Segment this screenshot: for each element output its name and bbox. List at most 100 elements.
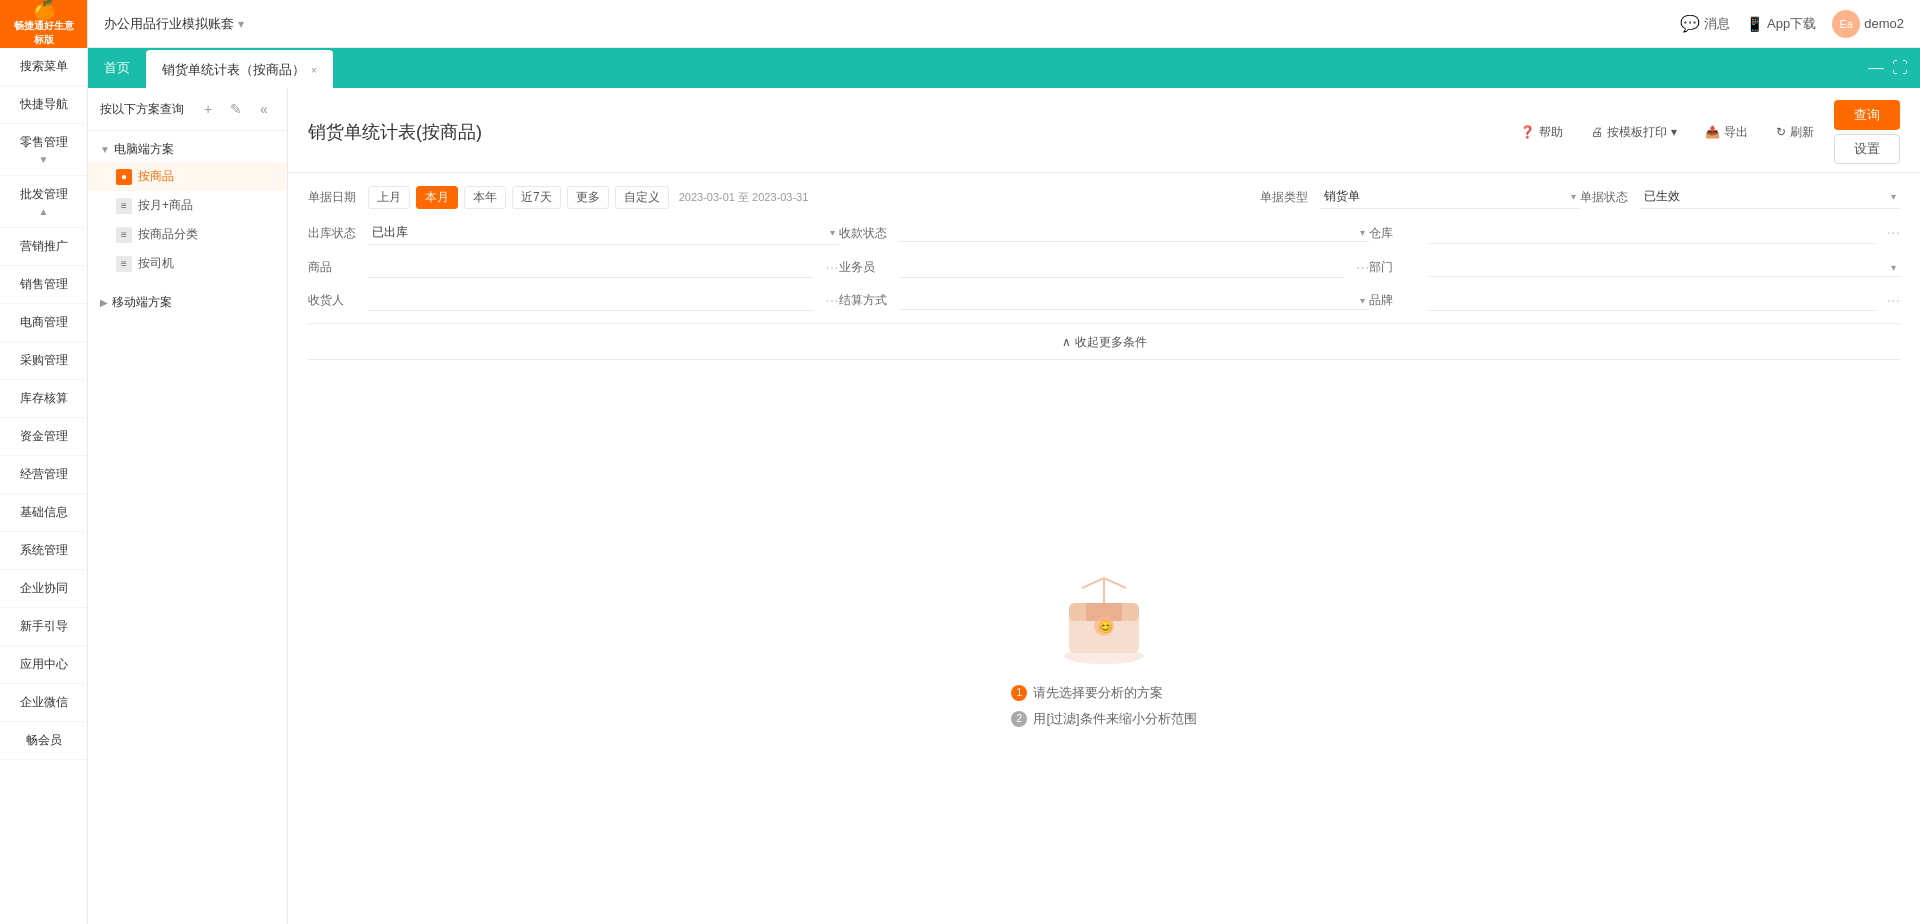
maximize-icon[interactable]: ⛶: [1892, 59, 1908, 77]
sidebar-item-13[interactable]: 企业协同: [0, 570, 87, 608]
sidebar-item-9[interactable]: 资金管理: [0, 418, 87, 456]
help-btn[interactable]: ❓ 帮助: [1512, 120, 1571, 145]
outstatus-dropdown-icon: ▾: [830, 227, 835, 238]
sidebar-item-3[interactable]: 批发管理▲: [0, 176, 87, 228]
date-7-btn[interactable]: 近7天: [512, 186, 561, 209]
sidebar-item-5[interactable]: 销售管理: [0, 266, 87, 304]
export-icon: 📤: [1705, 125, 1720, 139]
sidebar-item-0[interactable]: 搜索菜单: [0, 48, 87, 86]
help-label: 帮助: [1539, 124, 1563, 141]
edit-scheme-btn[interactable]: ✎: [225, 98, 247, 120]
print-dropdown-icon[interactable]: ▾: [1671, 125, 1677, 139]
collapse-icon: ∧: [1062, 335, 1071, 349]
filter-docstatus-select[interactable]: 已生效 ▾: [1640, 185, 1900, 209]
filter-receiver-input[interactable]: [368, 290, 813, 311]
date-cur-btn[interactable]: 本月: [416, 186, 458, 209]
app-download-btn[interactable]: 📱 App下载: [1746, 15, 1816, 33]
tab-close-icon[interactable]: ×: [311, 65, 317, 76]
refresh-btn[interactable]: ↻ 刷新: [1768, 120, 1822, 145]
sidebar-item-10[interactable]: 经营管理: [0, 456, 87, 494]
tab-home[interactable]: 首页: [88, 48, 146, 88]
filter-dept-select[interactable]: ▾: [1429, 259, 1900, 277]
goods-more-btn[interactable]: ···: [825, 259, 838, 277]
tree-item-2[interactable]: ≡按商品分类: [88, 220, 287, 249]
topbar-dropdown-icon[interactable]: ▾: [238, 17, 244, 31]
tree-arrow-mobile: ▶: [100, 297, 108, 308]
tree-group-mobile-header[interactable]: ▶ 移动端方案: [88, 290, 287, 315]
staff-more-btn[interactable]: ···: [1356, 259, 1369, 277]
tree-arrow-pc: ▼: [100, 144, 110, 155]
filter-payment-select[interactable]: ▾: [899, 292, 1370, 310]
sidebar-item-7[interactable]: 采购管理: [0, 342, 87, 380]
refresh-label: 刷新: [1790, 124, 1814, 141]
receiptstatus-dropdown-icon: ▾: [1360, 227, 1365, 238]
filter-goods-label: 商品: [308, 259, 360, 276]
docstatus-dropdown-icon: ▾: [1891, 191, 1896, 202]
export-btn[interactable]: 📤 导出: [1697, 120, 1756, 145]
tab-active[interactable]: 销货单统计表（按商品） ×: [146, 50, 333, 90]
tree-item-0[interactable]: ●按商品: [88, 162, 287, 191]
collapse-panel-btn[interactable]: «: [253, 98, 275, 120]
date-more-btn[interactable]: 更多: [567, 186, 609, 209]
empty-hint-2-text: 用[过滤]条件来缩小分析范围: [1033, 710, 1196, 728]
export-label: 导出: [1724, 124, 1748, 141]
sidebar-item-11[interactable]: 基础信息: [0, 494, 87, 532]
filter-doctype-field: 单据类型 销货单 ▾: [1260, 185, 1580, 209]
filter-docstatus-label: 单据状态: [1580, 189, 1632, 206]
print-icon: 🖨: [1591, 125, 1603, 139]
logo-icon: 🍊: [33, 1, 55, 19]
print-btn[interactable]: 🖨 按模板打印 ▾: [1583, 120, 1685, 145]
date-year-btn[interactable]: 本年: [464, 186, 506, 209]
date-range-text: 2023-03-01 至 2023-03-31: [679, 190, 809, 205]
topbar-title: 办公用品行业模拟账套 ▾: [104, 15, 244, 33]
sidebar-item-17[interactable]: 畅会员: [0, 722, 87, 760]
page-header: 销货单统计表(按商品) ❓ 帮助 🖨 按模板打印 ▾ 📤: [288, 88, 1920, 173]
filter-goods-input[interactable]: [368, 257, 813, 278]
tree-item-3[interactable]: ≡按司机: [88, 249, 287, 278]
sidebar-item-label-3: 批发管理: [20, 186, 68, 203]
query-button[interactable]: 查询: [1834, 100, 1900, 130]
sidebar-item-15[interactable]: 应用中心: [0, 646, 87, 684]
minimize-icon[interactable]: —: [1868, 59, 1884, 77]
empty-hint-2: 2 用[过滤]条件来缩小分析范围: [1011, 710, 1196, 728]
tree-group-pc-header[interactable]: ▼ 电脑端方案: [88, 137, 287, 162]
sidebar-item-1[interactable]: 快捷导航: [0, 86, 87, 124]
sidebar-item-label-7: 采购管理: [20, 352, 68, 369]
warehouse-more-btn[interactable]: ···: [1887, 224, 1900, 242]
sidebar-item-6[interactable]: 电商管理: [0, 304, 87, 342]
topbar-title-text: 办公用品行业模拟账套: [104, 15, 234, 33]
sidebar-item-4[interactable]: 营销推广: [0, 228, 87, 266]
collapse-btn[interactable]: ∧ 收起更多条件: [1062, 334, 1147, 351]
filter-brand-input[interactable]: [1429, 290, 1874, 311]
tree-group-mobile-label: 移动端方案: [112, 294, 172, 311]
add-scheme-btn[interactable]: +: [197, 98, 219, 120]
filter-warehouse-input[interactable]: [1429, 223, 1874, 244]
filter-doctype-select[interactable]: 销货单 ▾: [1320, 185, 1580, 209]
sidebar-item-8[interactable]: 库存核算: [0, 380, 87, 418]
sidebar-item-14[interactable]: 新手引导: [0, 608, 87, 646]
settings-button[interactable]: 设置: [1834, 134, 1900, 164]
date-prev-btn[interactable]: 上月: [368, 186, 410, 209]
app-logo: 🍊 畅捷通好生意 标版: [0, 0, 87, 48]
message-btn[interactable]: 💬 消息: [1680, 14, 1730, 33]
sidebar-item-2[interactable]: 零售管理▼: [0, 124, 87, 176]
tree-item-1[interactable]: ≡按月+商品: [88, 191, 287, 220]
tree-item-label-3: 按司机: [138, 255, 174, 272]
sidebar-item-12[interactable]: 系统管理: [0, 532, 87, 570]
filter-receiptstatus-select[interactable]: ▾: [899, 224, 1370, 242]
empty-area: 😊 1 请先选择要分析的方案 2 用[过滤]条件来缩小分析范围: [288, 372, 1920, 925]
filter-staff-input[interactable]: [899, 257, 1344, 278]
tree-item-label-0: 按商品: [138, 168, 174, 185]
filter-outstatus-select[interactable]: 已出库 ▾: [368, 221, 839, 245]
filter-staff-field: 业务员 ···: [839, 257, 1370, 278]
svg-text:😊: 😊: [1098, 619, 1113, 634]
logo-subtext: 标版: [34, 33, 54, 47]
sidebar-item-arrow-2: ▼: [39, 154, 49, 165]
user-menu[interactable]: Ea demo2: [1832, 10, 1904, 38]
tree-group-pc: ▼ 电脑端方案 ●按商品≡按月+商品≡按商品分类≡按司机: [88, 131, 287, 284]
brand-more-btn[interactable]: ···: [1887, 292, 1900, 310]
sidebar-item-16[interactable]: 企业微信: [0, 684, 87, 722]
receiver-more-btn[interactable]: ···: [825, 292, 838, 310]
refresh-icon: ↻: [1776, 125, 1786, 139]
date-custom-btn[interactable]: 自定义: [615, 186, 669, 209]
